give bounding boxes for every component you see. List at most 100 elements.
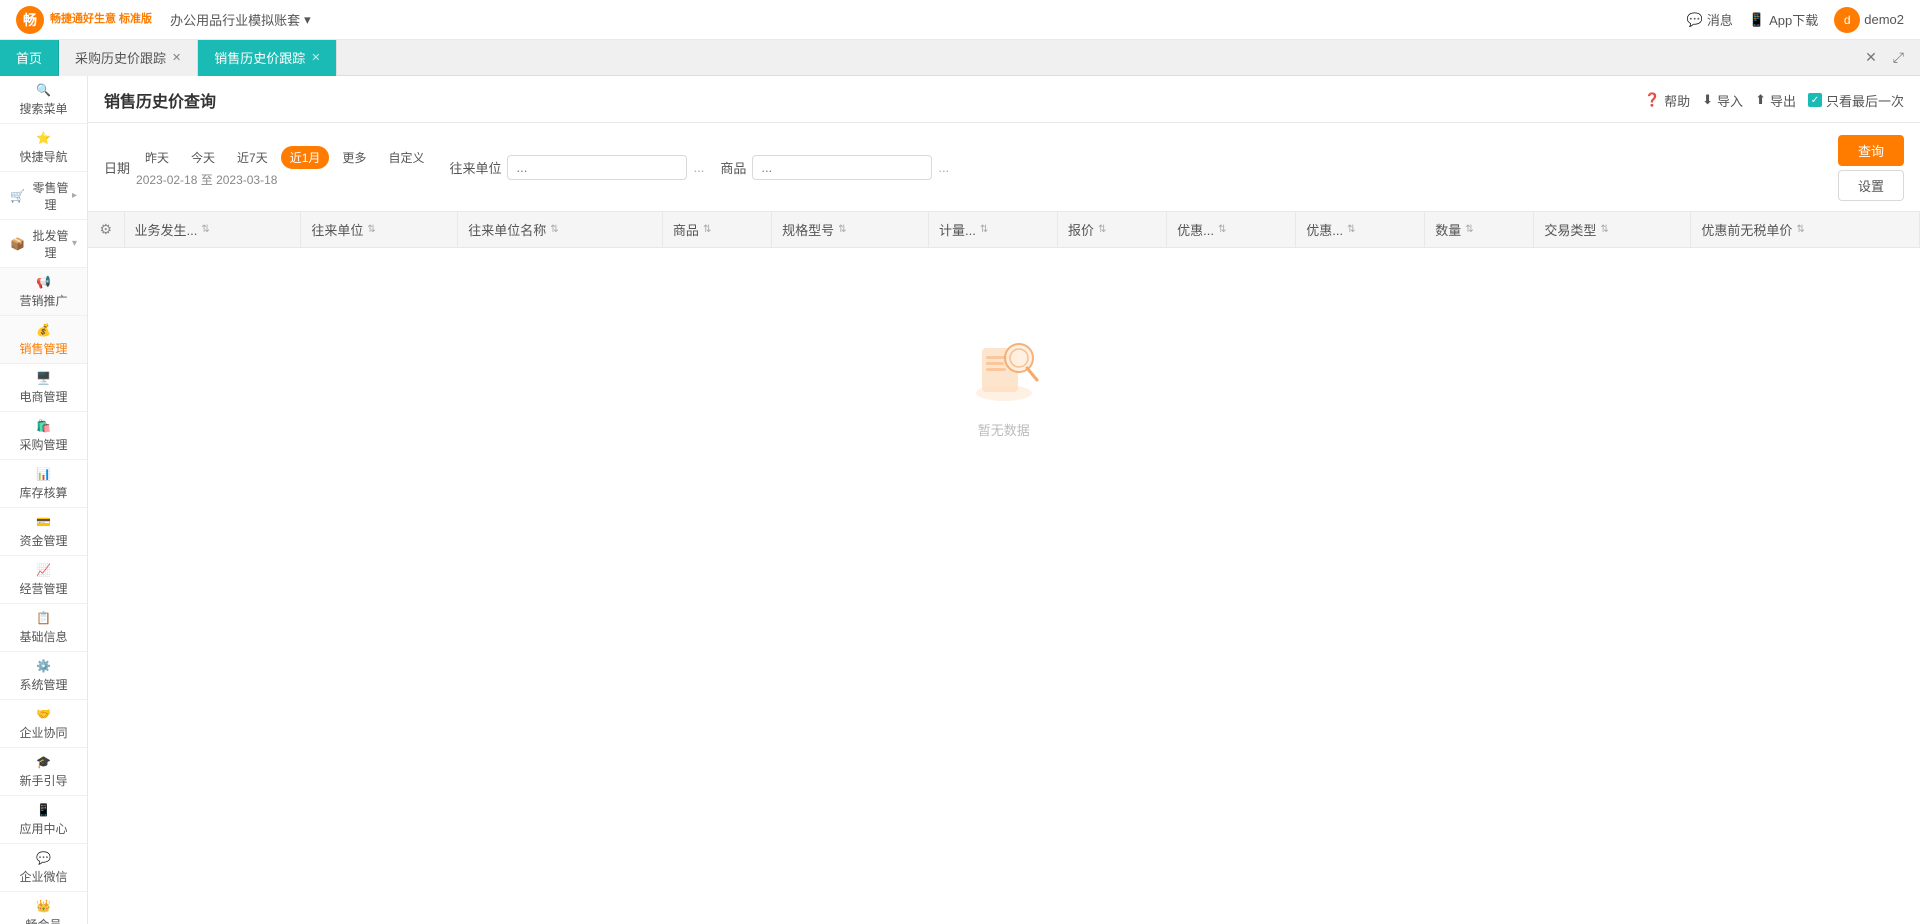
sidebar-item-member[interactable]: 👑 畅会员 [0,892,87,924]
main-layout: 🔍 搜索菜单 ⭐ 快捷导航 🛒 零售管理 ▸ 📦 批发管理 ▾ 📢 营销推广 [0,76,1920,924]
tab-purchase-history[interactable]: 采购历史价跟踪 ✕ [59,40,198,76]
tab-purchase-history-close[interactable]: ✕ [172,51,181,64]
top-bar-left: 畅 畅捷通好生意 标准版 办公用品行业模拟账套 ▾ [16,6,319,34]
product-input[interactable] [752,155,932,180]
th-unit[interactable]: 计量... ⇅ [928,212,1057,248]
th-quantity[interactable]: 数量 ⇅ [1425,212,1534,248]
sidebar-item-inventory[interactable]: 📊 库存核算 [0,460,87,508]
help-label: 帮助 [1664,91,1690,110]
only-last-checkbox[interactable]: ✓ 只看最后一次 [1808,91,1904,110]
sort-icon-spec: ⇅ [838,224,846,235]
tab-home[interactable]: 首页 [0,40,59,76]
date-chip-last7[interactable]: 近7天 [228,146,277,169]
sidebar-item-ops[interactable]: 📈 经营管理 [0,556,87,604]
filter-product-group: 商品 ... [720,155,949,180]
help-button[interactable]: ❓ 帮助 [1644,91,1690,110]
message-label: 消息 [1707,10,1733,29]
filter-right-btns: 查询 设置 [1838,135,1904,201]
th-discount2[interactable]: 优惠... ⇅ [1296,212,1425,248]
sidebar-item-search-menu[interactable]: 🔍 搜索菜单 [0,76,87,124]
basic-info-icon: 📋 [36,611,51,625]
gear-icon[interactable]: ⚙ [99,221,112,237]
date-chip-more[interactable]: 更多 [333,146,375,169]
finance-icon: 💳 [36,515,51,529]
th-product-label: 商品 [673,220,699,239]
guide-icon: 🎓 [36,755,51,769]
sidebar-item-enterprise-collab[interactable]: 🤝 企业协同 [0,700,87,748]
sidebar-item-marketing[interactable]: 📢 营销推广 [0,268,87,316]
th-product[interactable]: 商品 ⇅ [662,212,771,248]
sort-icon-product: ⇅ [703,224,711,235]
query-button[interactable]: 查询 [1838,135,1904,166]
partner-input[interactable] [507,155,687,180]
sidebar-item-sales-mgmt[interactable]: 💰 销售管理 [0,316,87,364]
th-biz-date[interactable]: 业务发生... ⇅ [124,212,301,248]
date-chip-yesterday[interactable]: 昨天 [136,146,178,169]
sidebar-item-new-guide[interactable]: 🎓 新手引导 [0,748,87,796]
sidebar-item-basic-info[interactable]: 📋 基础信息 [0,604,87,652]
date-chip-last1m[interactable]: 近1月 [281,146,330,169]
user-menu[interactable]: d demo2 [1834,7,1904,33]
settings-button[interactable]: 设置 [1838,170,1904,201]
date-chip-today[interactable]: 今天 [182,146,224,169]
sidebar-label-member: 畅会员 [25,916,61,924]
sidebar-label-app-center: 应用中心 [19,820,67,837]
date-range-text: 2023-02-18 至 2023-03-18 [136,171,433,188]
tab-bar-actions: ✕ ⤢ [1861,45,1920,70]
app-selector[interactable]: 办公用品行业模拟账套 ▾ [162,6,319,33]
top-bar: 畅 畅捷通好生意 标准版 办公用品行业模拟账套 ▾ 💬 消息 📱 App下载 d… [0,0,1920,40]
app-center-icon: 📱 [36,803,51,817]
app-download-button[interactable]: 📱 App下载 [1749,10,1818,29]
th-pretax-price-label: 优惠前无税单价 [1701,220,1792,239]
username-label: demo2 [1864,12,1904,27]
th-settings[interactable]: ⚙ [88,212,124,248]
th-discount1-label: 优惠... [1177,220,1214,239]
empty-text: 暂无数据 [978,420,1030,439]
sidebar-item-wholesale-mgmt[interactable]: 📦 批发管理 ▾ [0,220,87,268]
chevron-down-icon: ▾ [304,12,311,28]
sidebar-item-enterprise-wechat[interactable]: 💬 企业微信 [0,844,87,892]
sidebar-item-purchase[interactable]: 🛍️ 采购管理 [0,412,87,460]
th-biz-date-label: 业务发生... [135,220,198,239]
sales-icon: 💰 [36,323,51,337]
th-spec[interactable]: 规格型号 ⇅ [772,212,929,248]
sidebar-item-ecommerce[interactable]: 🖥️ 电商管理 [0,364,87,412]
th-partner-code-label: 往来单位 [311,220,363,239]
date-chip-custom[interactable]: 自定义 [379,146,433,169]
wholesale-icon: 📦 [10,237,25,251]
sidebar-item-finance[interactable]: 💳 资金管理 [0,508,87,556]
th-partner-code[interactable]: 往来单位 ⇅ [301,212,458,248]
tab-sales-history-label: 销售历史价跟踪 [214,48,305,67]
sidebar-item-quick-nav[interactable]: ⭐ 快捷导航 [0,124,87,172]
sidebar: 🔍 搜索菜单 ⭐ 快捷导航 🛒 零售管理 ▸ 📦 批发管理 ▾ 📢 营销推广 [0,76,88,924]
tab-bar: 首页 采购历史价跟踪 ✕ 销售历史价跟踪 ✕ ✕ ⤢ [0,40,1920,76]
th-partner-name[interactable]: 往来单位名称 ⇅ [458,212,663,248]
th-discount1[interactable]: 优惠... ⇅ [1167,212,1296,248]
sidebar-label-guide: 新手引导 [19,772,67,789]
sort-icon-quantity: ⇅ [1465,224,1473,235]
help-icon: ❓ [1644,92,1660,108]
th-discount2-label: 优惠... [1306,220,1343,239]
sidebar-item-sys-mgmt[interactable]: ⚙️ 系统管理 [0,652,87,700]
th-pretax-price[interactable]: 优惠前无税单价 ⇅ [1691,212,1920,248]
sidebar-item-retail-mgmt[interactable]: 🛒 零售管理 ▸ [0,172,87,220]
tab-sales-history[interactable]: 销售历史价跟踪 ✕ [198,40,337,76]
app-selector-label: 办公用品行业模拟账套 [170,10,300,29]
tab-maximize-button[interactable]: ⤢ [1889,45,1908,70]
logo-icon: 畅 [16,6,44,34]
sort-icon-discount1: ⇅ [1218,224,1226,235]
import-button[interactable]: ⬇ 导入 [1702,91,1743,110]
th-trade-type[interactable]: 交易类型 ⇅ [1534,212,1691,248]
purchase-icon: 🛍️ [36,419,51,433]
partner-dots: ... [693,160,704,175]
th-trade-type-label: 交易类型 [1544,220,1596,239]
tab-sales-history-close[interactable]: ✕ [311,51,320,64]
star-icon: ⭐ [36,131,51,145]
tab-close-all-button[interactable]: ✕ [1861,45,1881,70]
th-price[interactable]: 报价 ⇅ [1058,212,1167,248]
export-button[interactable]: ⬆ 导出 [1755,91,1796,110]
app-download-icon: 📱 [1749,12,1765,28]
sidebar-item-app-center[interactable]: 📱 应用中心 [0,796,87,844]
message-button[interactable]: 💬 消息 [1687,10,1733,29]
sidebar-label-marketing: 营销推广 [19,292,67,309]
